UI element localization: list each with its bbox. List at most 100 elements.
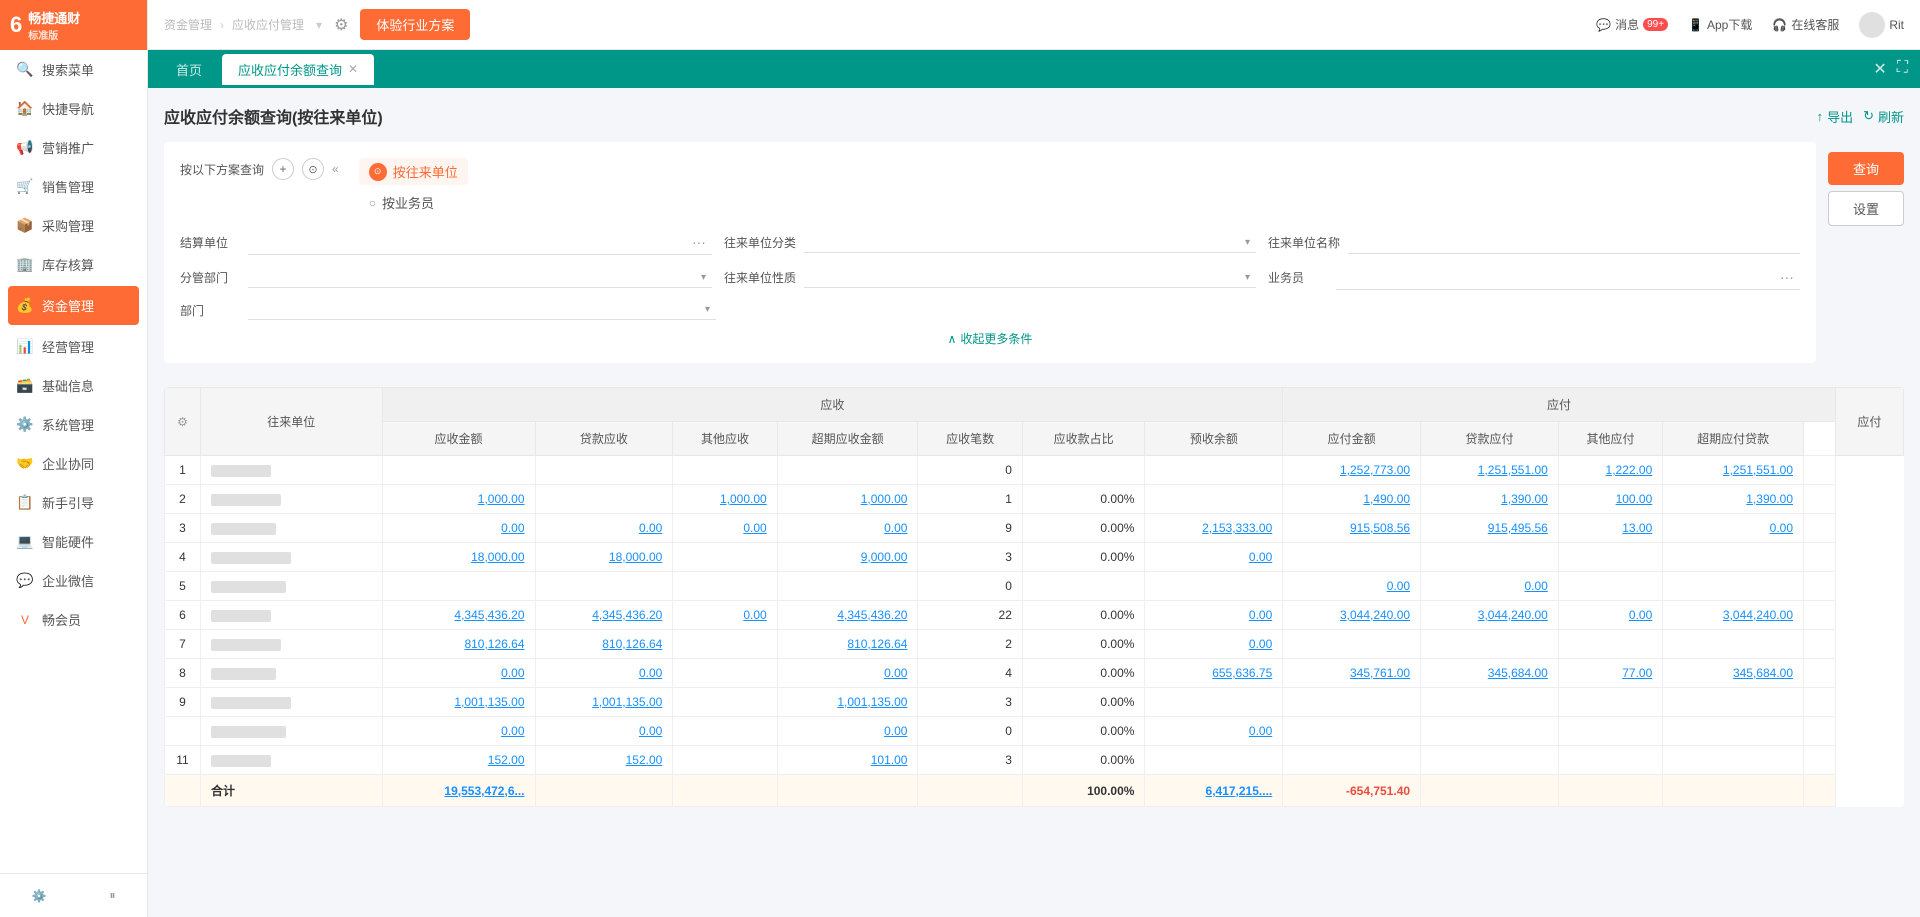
maximize-icon[interactable]: ⛶ bbox=[1897, 59, 1908, 79]
table-settings-icon[interactable]: ⚙ bbox=[177, 415, 188, 429]
row-pay_amount[interactable]: 0.00 bbox=[1283, 572, 1421, 601]
row-other_rec[interactable]: 0.00 bbox=[673, 514, 777, 543]
sidebar-item-corp[interactable]: 🤝 企业协同 bbox=[0, 444, 147, 483]
row-overdue_pay[interactable]: 1,390.00 bbox=[1663, 485, 1804, 514]
row-loan_rec[interactable]: 0.00 bbox=[535, 514, 673, 543]
row-overdue_pay[interactable]: 345,684.00 bbox=[1663, 659, 1804, 688]
row-pay_amount[interactable]: 345,761.00 bbox=[1283, 659, 1421, 688]
total-advance-bal[interactable]: 6,417,215.... bbox=[1145, 775, 1283, 807]
row-pay_amount[interactable]: 1,252,773.00 bbox=[1283, 456, 1421, 485]
row-other_pay[interactable]: 13.00 bbox=[1558, 514, 1662, 543]
tab-query[interactable]: 应收应付余额查询 ✕ bbox=[222, 54, 374, 85]
settings-button[interactable]: ⚙️ bbox=[22, 883, 57, 909]
row-loan_pay[interactable]: 345,684.00 bbox=[1421, 659, 1559, 688]
sidebar-item-hardware[interactable]: 💻 智能硬件 bbox=[0, 522, 147, 561]
row-overdue_rec[interactable]: 9,000.00 bbox=[777, 543, 918, 572]
row-pay_amount[interactable]: 1,490.00 bbox=[1283, 485, 1421, 514]
filter-collapse-icon[interactable]: « bbox=[332, 162, 339, 176]
sidebar-item-finance[interactable]: 💰 资金管理 bbox=[8, 286, 139, 325]
sidebar-item-inventory[interactable]: 🏢 库存核算 bbox=[0, 245, 147, 284]
filter-scheme-by-unit[interactable]: ⊙ 按往来单位 bbox=[359, 158, 468, 185]
row-overdue_rec[interactable]: 101.00 bbox=[777, 746, 918, 775]
export-button[interactable]: ↑ 导出 bbox=[1817, 107, 1854, 126]
service-button[interactable]: 🎧 在线客服 bbox=[1772, 16, 1839, 33]
row-overdue_rec[interactable]: 4,345,436.20 bbox=[777, 601, 918, 630]
sidebar-item-search[interactable]: 🔍 搜索菜单 bbox=[0, 50, 147, 89]
sidebar-item-wechat[interactable]: 💬 企业微信 bbox=[0, 561, 147, 600]
user-menu[interactable]: Rit bbox=[1859, 12, 1904, 38]
row-rec_amount[interactable]: 1,001,135.00 bbox=[382, 688, 535, 717]
row-rec_amount[interactable]: 0.00 bbox=[382, 717, 535, 746]
row-advance_bal[interactable]: 0.00 bbox=[1145, 717, 1283, 746]
row-advance_bal[interactable]: 0.00 bbox=[1145, 543, 1283, 572]
row-rec_amount[interactable]: 18,000.00 bbox=[382, 543, 535, 572]
row-loan_pay[interactable]: 1,390.00 bbox=[1421, 485, 1559, 514]
unit-nature-select[interactable]: ▾ bbox=[804, 268, 1256, 288]
row-loan_pay[interactable]: 915,495.56 bbox=[1421, 514, 1559, 543]
row-loan_pay[interactable]: 1,251,551.00 bbox=[1421, 456, 1559, 485]
row-loan_rec[interactable]: 18,000.00 bbox=[535, 543, 673, 572]
row-rec_amount[interactable]: 4,345,436.20 bbox=[382, 601, 535, 630]
message-button[interactable]: 💬 消息 99+ bbox=[1596, 16, 1668, 33]
row-loan_rec[interactable]: 0.00 bbox=[535, 717, 673, 746]
sidebar-item-system[interactable]: ⚙️ 系统管理 bbox=[0, 405, 147, 444]
row-loan_rec[interactable]: 1,001,135.00 bbox=[535, 688, 673, 717]
breadcrumb-dropdown-icon[interactable]: ▾ bbox=[316, 18, 322, 32]
row-overdue_rec[interactable]: 0.00 bbox=[777, 659, 918, 688]
refresh-button[interactable]: ↻ 刷新 bbox=[1863, 107, 1904, 126]
sidebar-item-marketing[interactable]: 📢 营销推广 bbox=[0, 128, 147, 167]
collapse-button[interactable]: ⏸ bbox=[99, 882, 125, 909]
row-advance_bal[interactable]: 0.00 bbox=[1145, 630, 1283, 659]
filter-add-button[interactable]: + bbox=[272, 158, 294, 180]
set-button[interactable]: 设置 bbox=[1828, 191, 1904, 226]
row-overdue_rec[interactable]: 0.00 bbox=[777, 514, 918, 543]
row-overdue_pay[interactable]: 0.00 bbox=[1663, 514, 1804, 543]
row-overdue_rec[interactable]: 810,126.64 bbox=[777, 630, 918, 659]
row-rec_amount[interactable]: 1,000.00 bbox=[382, 485, 535, 514]
row-rec_amount[interactable]: 152.00 bbox=[382, 746, 535, 775]
unit-category-select[interactable]: ▾ bbox=[804, 233, 1256, 253]
row-overdue_pay[interactable]: 1,251,551.00 bbox=[1663, 456, 1804, 485]
total-rec-amount[interactable]: 19,553,472,6... bbox=[382, 775, 535, 807]
close-window-icon[interactable]: ✕ bbox=[1873, 59, 1886, 79]
row-other_rec[interactable]: 0.00 bbox=[673, 601, 777, 630]
settlement-unit-select[interactable]: ··· bbox=[248, 230, 712, 255]
row-rec_amount[interactable]: 0.00 bbox=[382, 659, 535, 688]
sidebar-item-operation[interactable]: 📊 经营管理 bbox=[0, 327, 147, 366]
row-overdue_rec[interactable]: 1,001,135.00 bbox=[777, 688, 918, 717]
query-button[interactable]: 查询 bbox=[1828, 152, 1904, 185]
app-download-button[interactable]: 📱 App下载 bbox=[1688, 16, 1752, 33]
row-advance_bal[interactable]: 655,636.75 bbox=[1145, 659, 1283, 688]
row-rec_amount[interactable]: 0.00 bbox=[382, 514, 535, 543]
row-other_pay[interactable]: 100.00 bbox=[1558, 485, 1662, 514]
sidebar-item-guide[interactable]: 📋 新手引导 bbox=[0, 483, 147, 522]
sidebar-item-sales[interactable]: 🛒 销售管理 bbox=[0, 167, 147, 206]
gear-icon[interactable]: ⚙ bbox=[334, 15, 348, 35]
row-loan_pay[interactable]: 3,044,240.00 bbox=[1421, 601, 1559, 630]
sidebar-item-quick[interactable]: 🏠 快捷导航 bbox=[0, 89, 147, 128]
row-other_pay[interactable]: 77.00 bbox=[1558, 659, 1662, 688]
sidebar-item-basic[interactable]: 🗃️ 基础信息 bbox=[0, 366, 147, 405]
row-loan_rec[interactable]: 152.00 bbox=[535, 746, 673, 775]
salesperson-select[interactable]: ··· bbox=[1336, 265, 1800, 290]
row-advance_bal[interactable]: 2,153,333.00 bbox=[1145, 514, 1283, 543]
dept-manager-select[interactable]: ▾ bbox=[248, 268, 712, 288]
row-loan_rec[interactable]: 4,345,436.20 bbox=[535, 601, 673, 630]
row-loan_pay[interactable]: 0.00 bbox=[1421, 572, 1559, 601]
filter-scheme-button[interactable]: ⊙ bbox=[302, 158, 324, 180]
sidebar-item-purchase[interactable]: 📦 采购管理 bbox=[0, 206, 147, 245]
row-other_pay[interactable]: 1,222.00 bbox=[1558, 456, 1662, 485]
row-pay_amount[interactable]: 915,508.56 bbox=[1283, 514, 1421, 543]
filter-scheme-by-sales[interactable]: ○ 按业务员 bbox=[359, 189, 468, 216]
row-advance_bal[interactable]: 0.00 bbox=[1145, 601, 1283, 630]
row-overdue_rec[interactable]: 1,000.00 bbox=[777, 485, 918, 514]
dept-select[interactable]: ▾ bbox=[248, 300, 716, 320]
row-other_rec[interactable]: 1,000.00 bbox=[673, 485, 777, 514]
row-loan_rec[interactable]: 0.00 bbox=[535, 659, 673, 688]
sidebar-item-member[interactable]: V 畅会员 bbox=[0, 600, 147, 639]
row-loan_rec[interactable]: 810,126.64 bbox=[535, 630, 673, 659]
tab-home[interactable]: 首页 bbox=[160, 54, 218, 85]
row-overdue_rec[interactable]: 0.00 bbox=[777, 717, 918, 746]
row-rec_amount[interactable]: 810,126.64 bbox=[382, 630, 535, 659]
row-pay_amount[interactable]: 3,044,240.00 bbox=[1283, 601, 1421, 630]
